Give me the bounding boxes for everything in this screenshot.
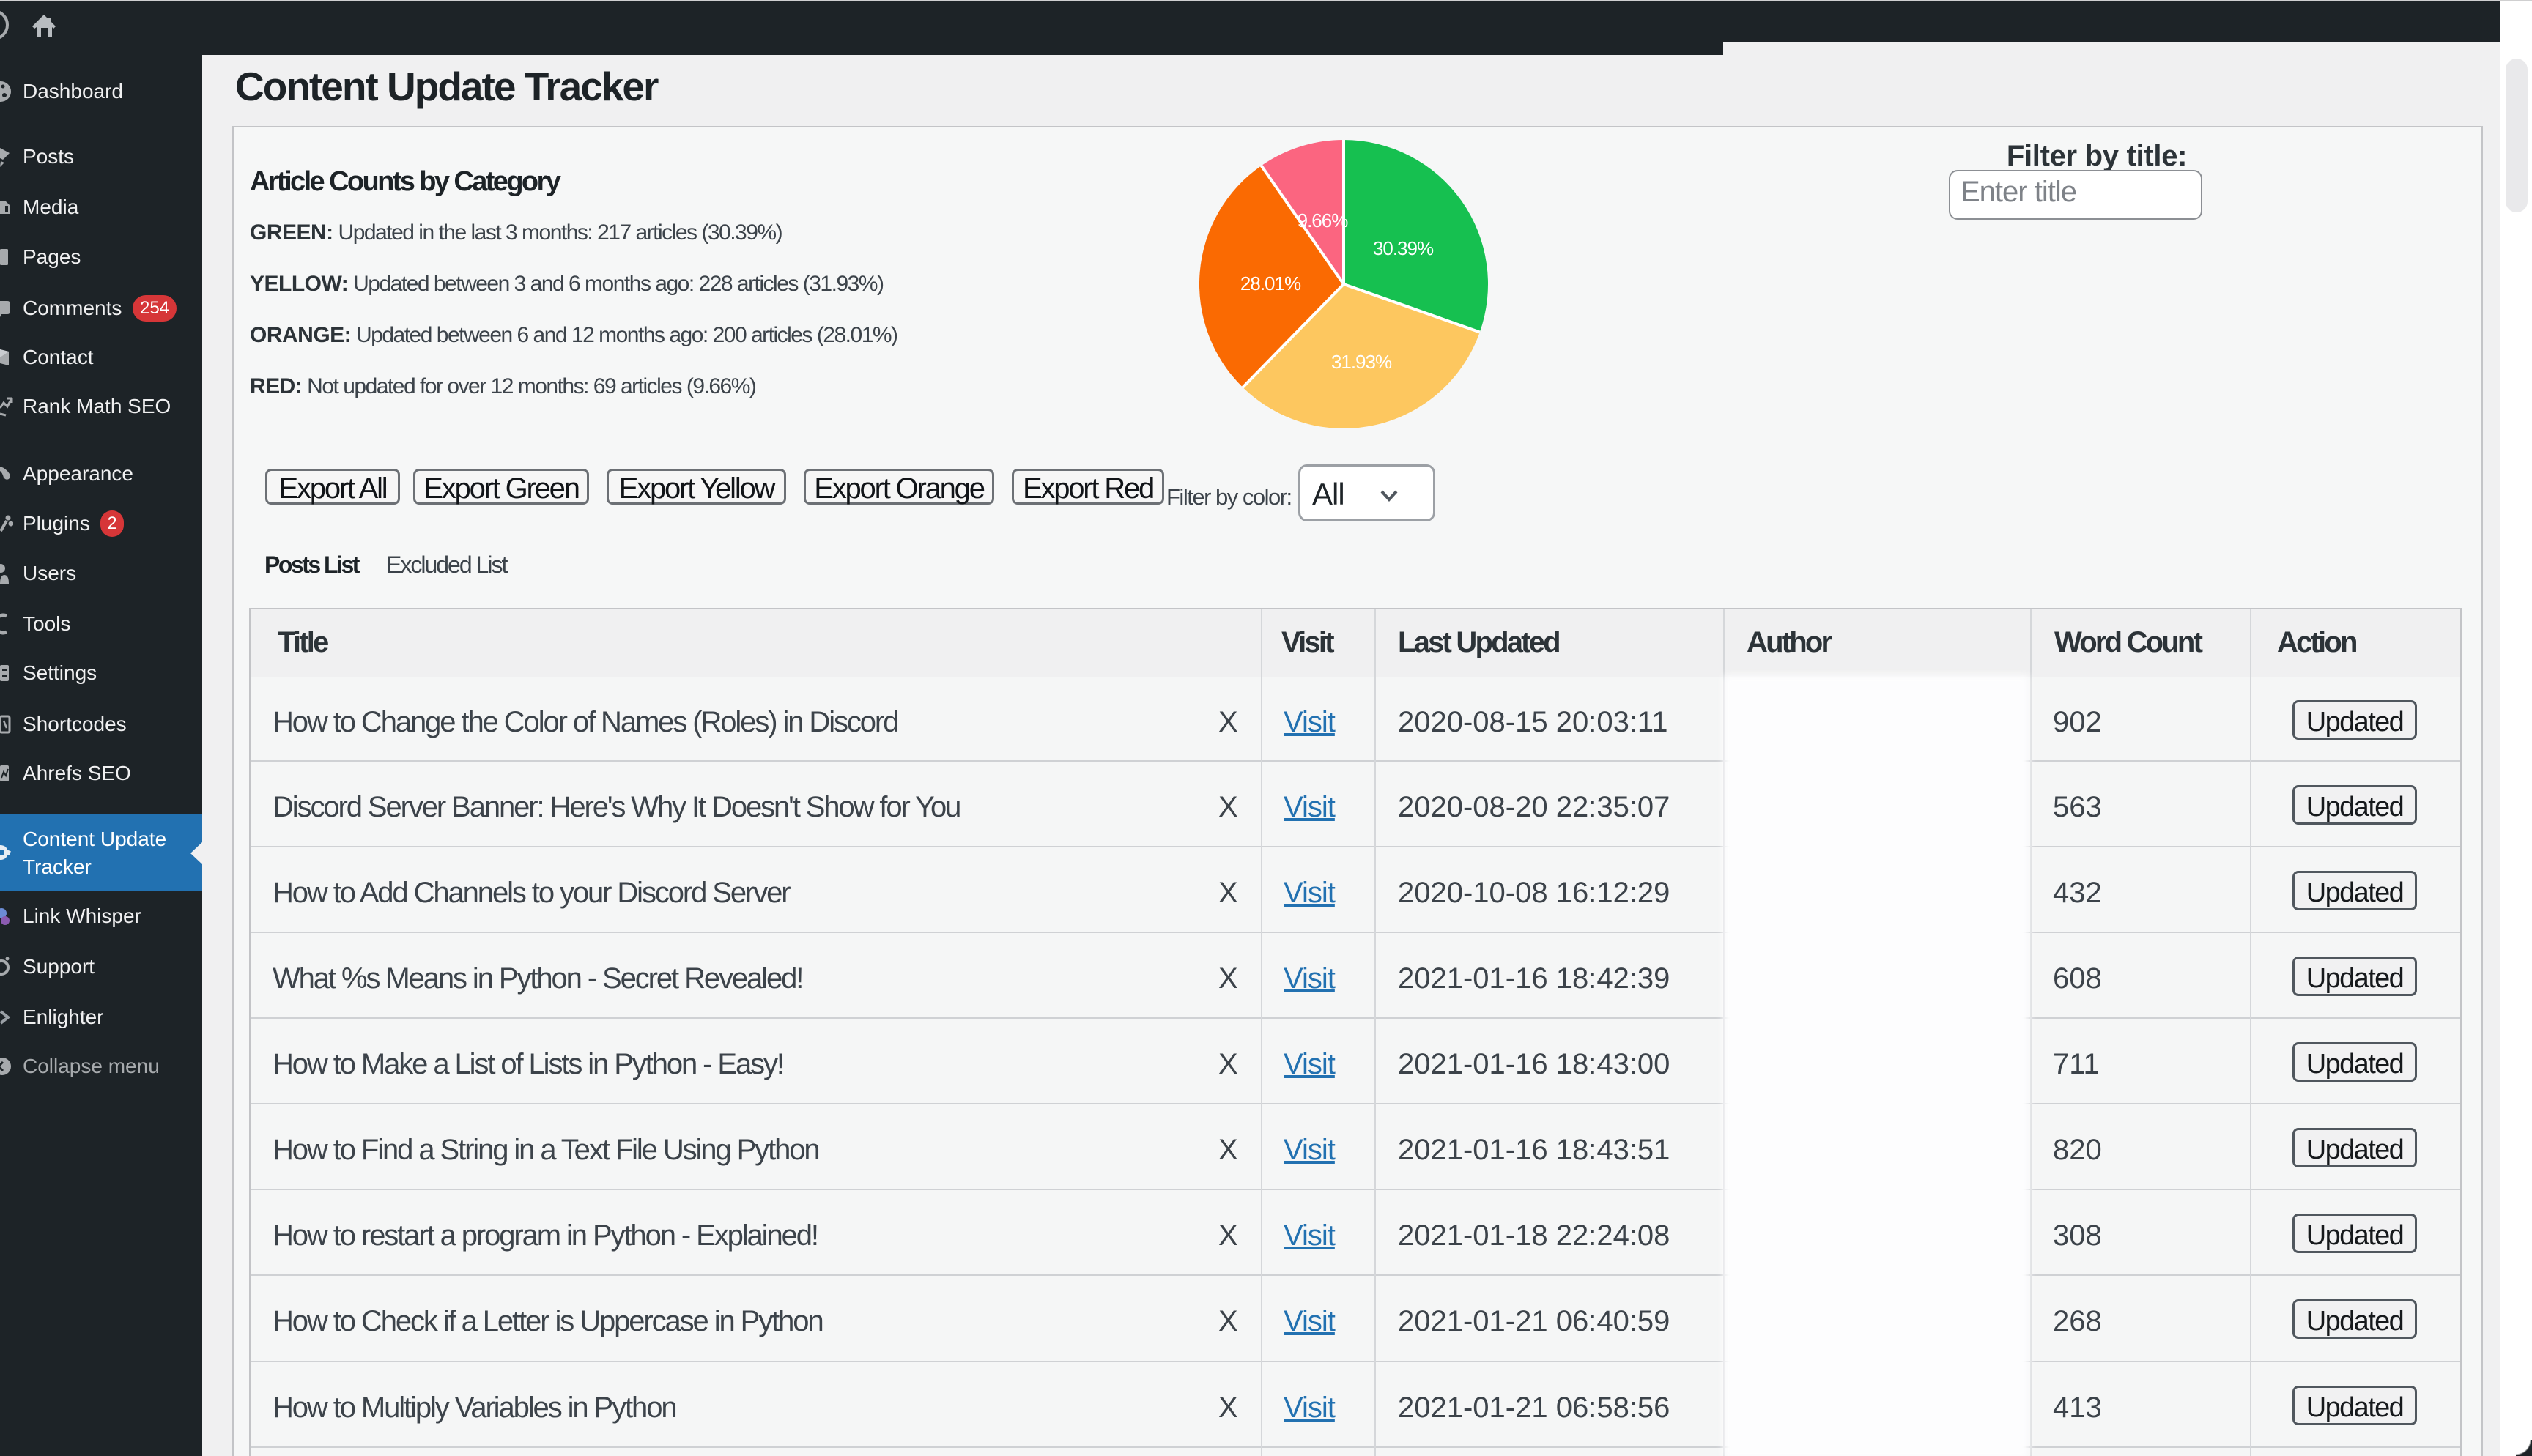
svg-text:30.39%: 30.39% [1373,237,1434,259]
svg-text:9.66%: 9.66% [1298,209,1349,231]
svg-text:31.93%: 31.93% [1331,351,1392,373]
svg-text:28.01%: 28.01% [1240,272,1301,294]
